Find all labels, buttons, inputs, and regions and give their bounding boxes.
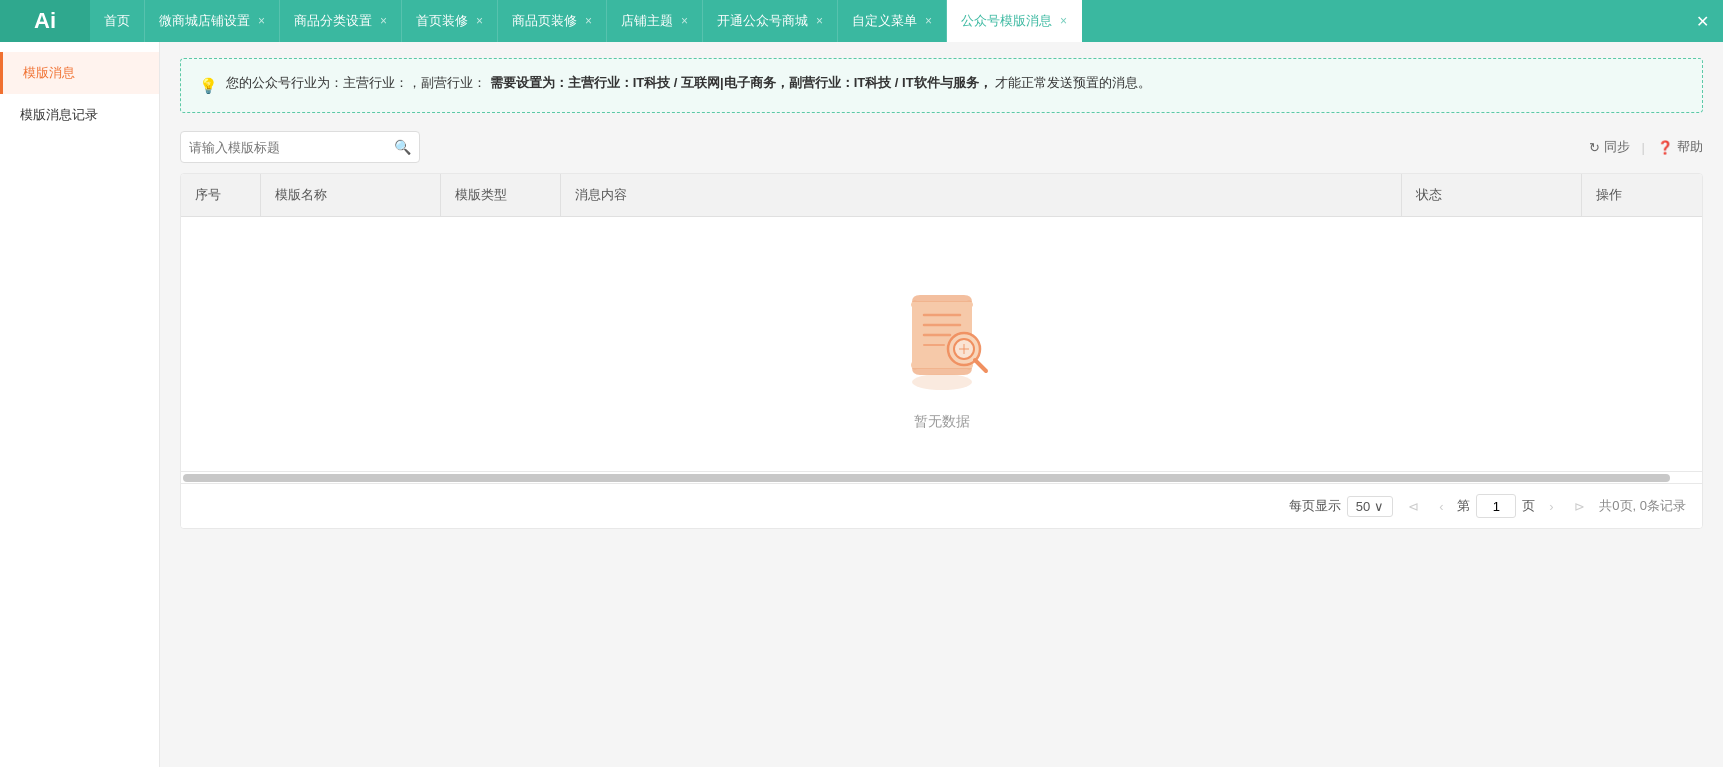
data-table: 序号模版名称模版类型消息内容状态操作 <box>180 173 1703 529</box>
nav-tab[interactable]: 首页 <box>90 0 145 42</box>
table-column-header: 操作 <box>1582 174 1702 216</box>
nav-tab[interactable]: 公众号模版消息 × <box>947 0 1082 42</box>
empty-illustration <box>882 277 1002 397</box>
nav-tab-label: 公众号模版消息 <box>961 12 1052 30</box>
next-page-button[interactable]: › <box>1539 494 1563 518</box>
table-column-header: 模版名称 <box>261 174 441 216</box>
svg-line-7 <box>975 360 986 371</box>
page-size-selector: 每页显示 50 ∨ <box>1289 496 1393 517</box>
close-all-button[interactable]: ✕ <box>1681 0 1723 42</box>
last-page-button[interactable]: ⊳ <box>1567 494 1591 518</box>
main-layout: 模版消息模版消息记录 💡 您的公众号行业为：主营行业：，副营行业： 需要设置为：… <box>0 42 1723 767</box>
tab-close-icon[interactable]: × <box>816 14 823 28</box>
toolbar-right: ↻ 同步 | ❓ 帮助 <box>1589 138 1703 156</box>
empty-text: 暂无数据 <box>914 413 970 431</box>
app-logo: Ai <box>0 0 90 42</box>
sidebar-item[interactable]: 模版消息 <box>0 52 159 94</box>
empty-state: 暂无数据 <box>181 217 1702 471</box>
page-size-select-box[interactable]: 50 ∨ <box>1347 496 1393 517</box>
sync-button[interactable]: ↻ 同步 <box>1589 138 1630 156</box>
first-page-button[interactable]: ⊲ <box>1401 494 1425 518</box>
chevron-down-icon: ∨ <box>1374 499 1384 514</box>
help-icon: ❓ <box>1657 140 1673 155</box>
horizontal-scrollbar[interactable] <box>181 471 1702 483</box>
pagination: 每页显示 50 ∨ ⊲ ‹ 第 页 › ⊳ <box>181 483 1702 528</box>
page-input-group: 第 页 <box>1457 494 1535 518</box>
toolbar-divider: | <box>1642 140 1645 155</box>
total-info: 共0页, 0条记录 <box>1599 497 1686 515</box>
nav-tab-label: 店铺主题 <box>621 12 673 30</box>
scrollbar-thumb[interactable] <box>183 474 1670 482</box>
tab-close-icon[interactable]: × <box>585 14 592 28</box>
nav-tab-label: 自定义菜单 <box>852 12 917 30</box>
nav-tab-label: 首页装修 <box>416 12 468 30</box>
sidebar-item[interactable]: 模版消息记录 <box>0 94 159 136</box>
nav-tab[interactable]: 自定义菜单 × <box>838 0 947 42</box>
toolbar: 🔍 ↻ 同步 | ❓ 帮助 <box>180 131 1703 163</box>
nav-tab[interactable]: 开通公众号商城 × <box>703 0 838 42</box>
sync-icon: ↻ <box>1589 140 1600 155</box>
page-navigation: ⊲ ‹ 第 页 › ⊳ <box>1401 494 1591 518</box>
content-area: 💡 您的公众号行业为：主营行业：，副营行业： 需要设置为：主营行业：IT科技 /… <box>160 42 1723 767</box>
notice-box: 💡 您的公众号行业为：主营行业：，副营行业： 需要设置为：主营行业：IT科技 /… <box>180 58 1703 113</box>
nav-tab-label: 商品分类设置 <box>294 12 372 30</box>
help-button[interactable]: ❓ 帮助 <box>1657 138 1703 156</box>
table-column-header: 序号 <box>181 174 261 216</box>
tab-close-icon[interactable]: × <box>258 14 265 28</box>
tab-close-icon[interactable]: × <box>681 14 688 28</box>
nav-tab-label: 微商城店铺设置 <box>159 12 250 30</box>
sidebar: 模版消息模版消息记录 <box>0 42 160 767</box>
top-nav-bar: Ai 首页微商城店铺设置×商品分类设置×首页装修×商品页装修×店铺主题×开通公众… <box>0 0 1723 42</box>
nav-tab-label: 开通公众号商城 <box>717 12 808 30</box>
nav-tab[interactable]: 首页装修 × <box>402 0 498 42</box>
tab-close-icon[interactable]: × <box>1060 14 1067 28</box>
nav-tabs-container: 首页微商城店铺设置×商品分类设置×首页装修×商品页装修×店铺主题×开通公众号商城… <box>90 0 1681 42</box>
tab-close-icon[interactable]: × <box>925 14 932 28</box>
page-number-input[interactable] <box>1476 494 1516 518</box>
notice-icon: 💡 <box>199 74 218 98</box>
search-box: 🔍 <box>180 131 420 163</box>
nav-tab[interactable]: 店铺主题 × <box>607 0 703 42</box>
search-input[interactable] <box>189 140 394 155</box>
table-header: 序号模版名称模版类型消息内容状态操作 <box>181 174 1702 217</box>
prev-page-button[interactable]: ‹ <box>1429 494 1453 518</box>
table-column-header: 模版类型 <box>441 174 561 216</box>
table-column-header: 消息内容 <box>561 174 1402 216</box>
search-icon[interactable]: 🔍 <box>394 139 411 155</box>
svg-point-0 <box>912 374 972 390</box>
notice-text: 您的公众号行业为：主营行业：，副营行业： 需要设置为：主营行业：IT科技 / 互… <box>226 73 1151 94</box>
tab-close-icon[interactable]: × <box>380 14 387 28</box>
tab-close-icon[interactable]: × <box>476 14 483 28</box>
nav-tab[interactable]: 商品分类设置 × <box>280 0 402 42</box>
nav-tab-label: 首页 <box>104 12 130 30</box>
table-column-header: 状态 <box>1402 174 1582 216</box>
nav-tab[interactable]: 微商城店铺设置 × <box>145 0 280 42</box>
nav-tab[interactable]: 商品页装修 × <box>498 0 607 42</box>
nav-tab-label: 商品页装修 <box>512 12 577 30</box>
